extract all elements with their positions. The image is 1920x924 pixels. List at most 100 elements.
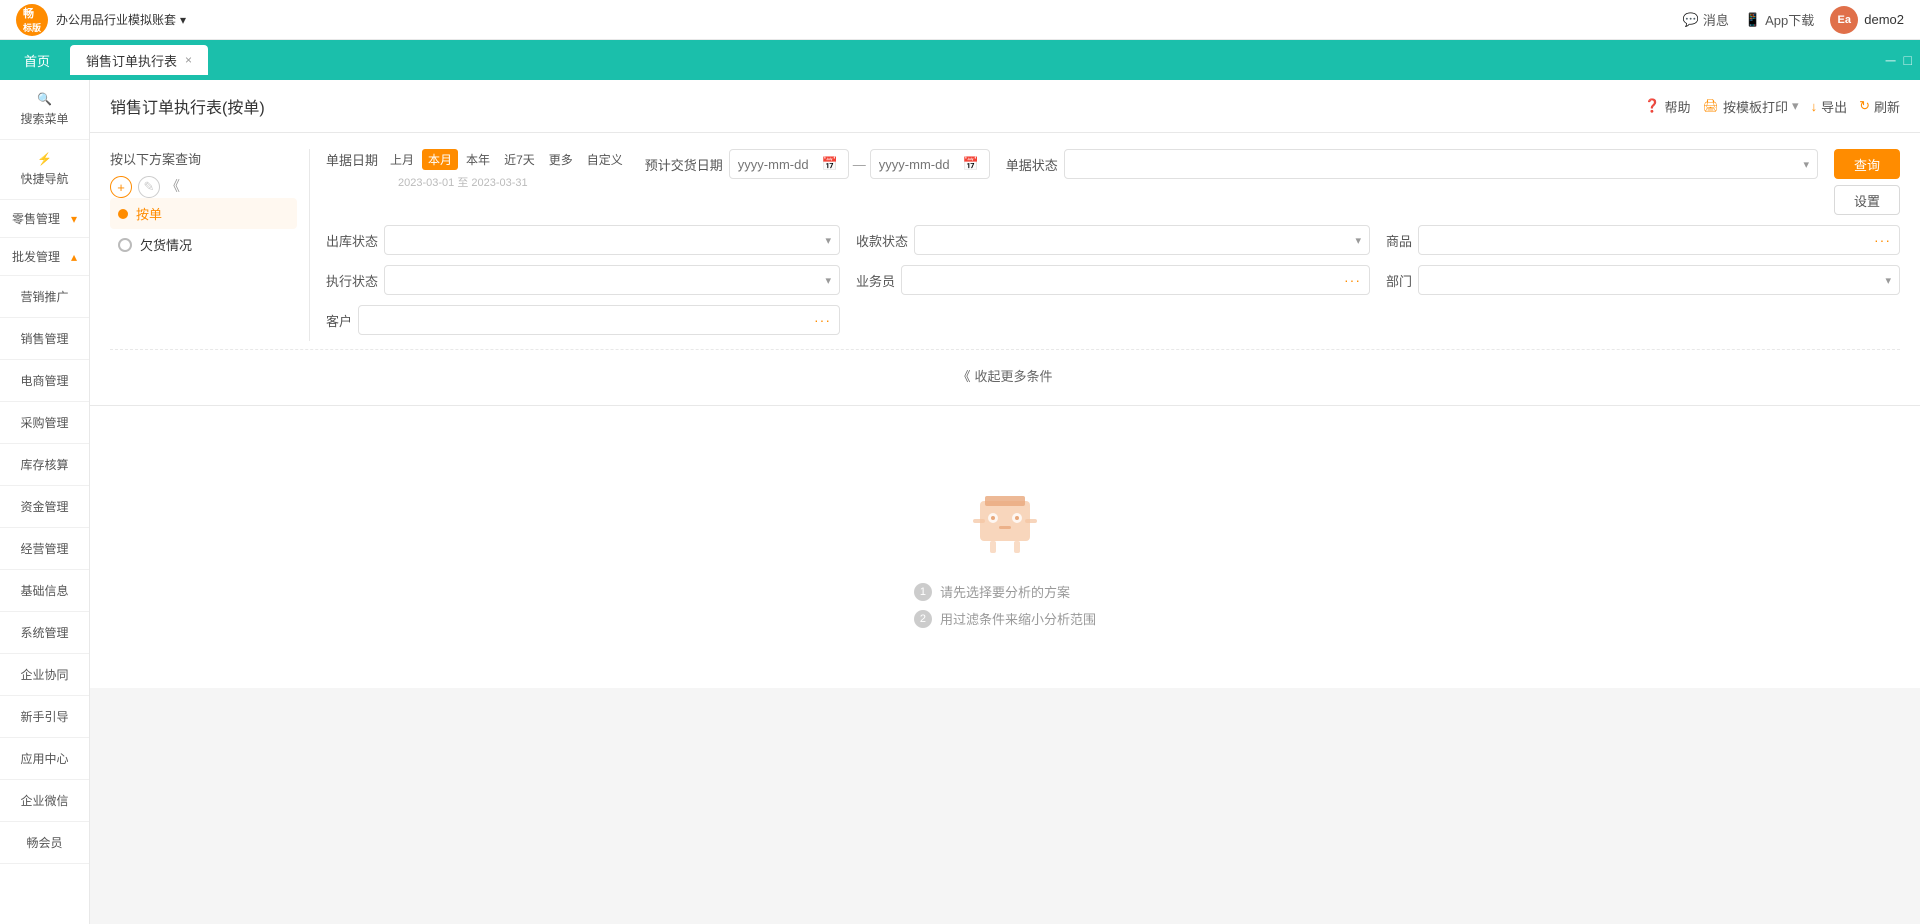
calendar-icon: 📅 [822, 156, 838, 172]
left-nav: 按以下方案查询 + ✎ 《 按单 [110, 149, 310, 341]
sidebar-item-finance[interactable]: 资金管理 [0, 486, 89, 528]
filter-panel: 按以下方案查询 + ✎ 《 按单 [90, 133, 1920, 406]
sidebar-item-purchase[interactable]: 采购管理 [0, 402, 89, 444]
exec-select[interactable]: ▾ [384, 265, 840, 295]
order-status-field: 单据状态 ▾ [1006, 149, 1818, 179]
date-label: 单据日期 [326, 150, 378, 169]
sidebar-item-wholesale[interactable]: 批发管理 ▴ [0, 238, 89, 276]
sidebar-item-enterprise[interactable]: 企业协同 [0, 654, 89, 696]
username-label: demo2 [1864, 12, 1904, 27]
pill-custom[interactable]: 自定义 [581, 149, 629, 170]
expected-date-label: 预计交货日期 [645, 155, 723, 174]
nav-item-by-order[interactable]: 按单 [110, 198, 297, 229]
app-logo: 畅 标版 [16, 4, 48, 36]
sidebar-quick-nav[interactable]: ⚡ 快捷导航 [0, 140, 89, 200]
tip-num-2: 2 [914, 610, 932, 628]
delivery-select[interactable]: ▾ [384, 225, 840, 255]
filter-wrap: 按以下方案查询 + ✎ 《 按单 [110, 149, 1900, 341]
customer-input[interactable]: ··· [358, 305, 840, 335]
dept-select[interactable]: ▾ [1418, 265, 1900, 295]
query-button[interactable]: 查询 [1834, 149, 1900, 179]
chevron-down-icon: ▾ [180, 13, 186, 27]
salesperson-input[interactable]: ··· [901, 265, 1370, 295]
sidebar-item-ecommerce[interactable]: 电商管理 [0, 360, 89, 402]
goods-input[interactable]: ··· [1418, 225, 1900, 255]
app-download-button[interactable]: 📱 App下载 [1745, 10, 1814, 29]
sidebar-item-sales[interactable]: 销售管理 [0, 318, 89, 360]
tab-close-icon[interactable]: × [185, 53, 192, 67]
sidebar-search[interactable]: 🔍 搜索菜单 [0, 80, 89, 140]
tab-sales-order-exec[interactable]: 销售订单执行表 × [70, 45, 208, 75]
minimize-icon[interactable]: ─ [1886, 52, 1896, 68]
left-nav-icons: + ✎ 《 [110, 176, 297, 198]
dept-field: 部门 ▾ [1386, 265, 1900, 295]
payment-label: 收款状态 [856, 231, 908, 250]
sidebar-label-appstore: 应用中心 [20, 750, 68, 767]
message-button[interactable]: 💬 消息 [1683, 10, 1729, 29]
left-nav-header: 按以下方案查询 [110, 149, 297, 168]
tip-text-2: 用过滤条件来缩小分析范围 [940, 609, 1096, 628]
edit-scheme-button[interactable]: ✎ [138, 176, 160, 198]
help-button[interactable]: ❓ 帮助 [1644, 97, 1690, 116]
app-title-selector[interactable]: 办公用品行业模拟账套 ▾ [56, 11, 186, 28]
user-menu[interactable]: Ea demo2 [1830, 6, 1904, 34]
print-icon: 🖨 [1703, 98, 1720, 114]
settings-button[interactable]: 设置 [1834, 185, 1900, 215]
sidebar-item-retail[interactable]: 零售管理 ▾ [0, 200, 89, 238]
empty-tip-2: 2 用过滤条件来缩小分析范围 [914, 609, 1096, 628]
goods-more-icon[interactable]: ··· [1874, 232, 1891, 248]
nav-item-by-debt[interactable]: 欠货情况 [110, 229, 297, 260]
refresh-icon: ↻ [1859, 98, 1870, 114]
sidebar-item-system[interactable]: 系统管理 [0, 612, 89, 654]
refresh-button[interactable]: ↻ 刷新 [1859, 97, 1900, 116]
collapse-button[interactable]: 《 收起更多条件 [957, 366, 1052, 385]
pill-more[interactable]: 更多 [543, 149, 579, 170]
sidebar-label-enterprise: 企业协同 [20, 666, 68, 683]
sidebar-item-member[interactable]: 畅会员 [0, 822, 89, 864]
expected-date-end[interactable]: 📅 [870, 149, 990, 179]
navtabs-right: ─ □ [1886, 52, 1912, 68]
goods-label: 商品 [1386, 231, 1412, 250]
sidebar-label-member: 畅会员 [26, 834, 62, 851]
customer-more-icon[interactable]: ··· [814, 312, 831, 328]
pill-this-month[interactable]: 本月 [422, 149, 458, 170]
add-scheme-button[interactable]: + [110, 176, 132, 198]
status-select[interactable]: ▾ [1064, 149, 1818, 179]
page-title: 销售订单执行表(按单) [110, 94, 265, 132]
sidebar-item-newbie[interactable]: 新手引导 [0, 696, 89, 738]
chevron-down-icon: ▾ [71, 212, 77, 226]
sidebar-label-inventory: 库存核算 [20, 456, 68, 473]
sidebar-label-sales: 销售管理 [20, 330, 68, 347]
salesperson-more-icon[interactable]: ··· [1344, 272, 1361, 288]
print-button[interactable]: 🖨 按模板打印 ▾ [1703, 97, 1799, 116]
expected-date-start[interactable]: 📅 [729, 149, 849, 179]
collapse-row: 《 收起更多条件 [110, 349, 1900, 389]
payment-status-field: 收款状态 ▾ [856, 225, 1370, 255]
exec-status-field: 执行状态 ▾ [326, 265, 840, 295]
topbar-right: 💬 消息 📱 App下载 Ea demo2 [1683, 6, 1904, 34]
dept-label: 部门 [1386, 271, 1412, 290]
pill-last-month[interactable]: 上月 [384, 149, 420, 170]
sidebar-item-wechat[interactable]: 企业微信 [0, 780, 89, 822]
pill-last-7-days[interactable]: 近7天 [498, 149, 541, 170]
collapse-nav-icon[interactable]: 《 [166, 176, 180, 198]
payment-select[interactable]: ▾ [914, 225, 1370, 255]
customer-field: 客户 ··· [326, 305, 840, 335]
export-button[interactable]: ↓ 导出 [1811, 97, 1848, 116]
exec-label: 执行状态 [326, 271, 378, 290]
sidebar-label-ecommerce: 电商管理 [20, 372, 68, 389]
calendar-end-icon: 📅 [963, 156, 979, 172]
sidebar-item-operations[interactable]: 经营管理 [0, 528, 89, 570]
pill-this-year[interactable]: 本年 [460, 149, 496, 170]
maximize-icon[interactable]: □ [1904, 52, 1912, 68]
download-icon: 📱 [1745, 12, 1761, 28]
expected-date-start-input[interactable] [738, 157, 818, 172]
sidebar-item-basic[interactable]: 基础信息 [0, 570, 89, 612]
tab-home[interactable]: 首页 [8, 45, 66, 75]
avatar: Ea [1830, 6, 1858, 34]
sidebar-item-marketing[interactable]: 营销推广 [0, 276, 89, 318]
expected-date-end-input[interactable] [879, 157, 959, 172]
sidebar-item-appstore[interactable]: 应用中心 [0, 738, 89, 780]
sidebar-item-inventory[interactable]: 库存核算 [0, 444, 89, 486]
sidebar-label-basic: 基础信息 [20, 582, 68, 599]
